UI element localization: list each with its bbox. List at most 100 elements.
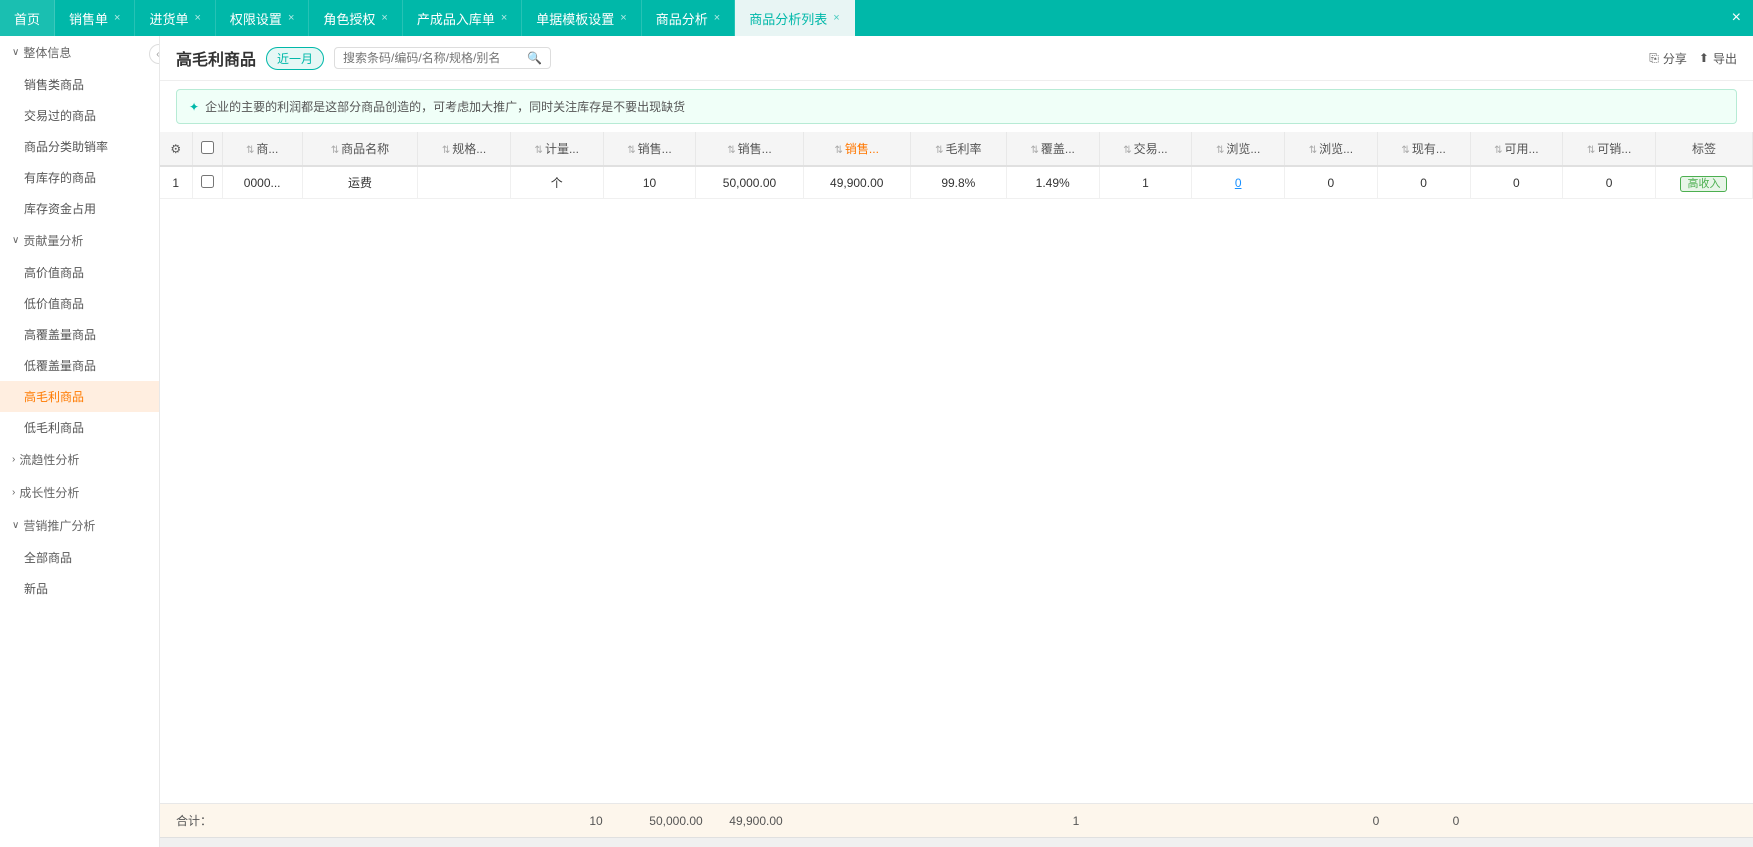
sidebar-item-stocked-goods[interactable]: 有库存的商品 [0, 162, 159, 193]
nav-purchase-order[interactable]: 进货单 × [135, 0, 215, 36]
close-icon[interactable]: × [114, 12, 120, 24]
cell-sellable: 0 [1563, 166, 1656, 199]
col-name: ⇅商品名称 [302, 132, 417, 166]
cell-spec [418, 166, 511, 199]
search-icon[interactable]: 🔍 [527, 51, 542, 65]
section-expand-icon: ∨ [12, 47, 19, 58]
sidebar-section-contribution[interactable]: ∨ 贡献量分析 [0, 224, 159, 257]
cell-browse2: 0 [1285, 166, 1378, 199]
sidebar-item-high-margin[interactable]: 高毛利商品 [0, 381, 159, 412]
nav-product-analysis-list[interactable]: 商品分析列表 × [735, 0, 854, 36]
col-current-stock: ⇅现有... [1377, 132, 1470, 166]
share-button[interactable]: ⎘ 分享 [1649, 50, 1687, 67]
sidebar-item-low-value[interactable]: 低价值商品 [0, 288, 159, 319]
sidebar-item-low-coverage[interactable]: 低覆盖量商品 [0, 350, 159, 381]
table-row: 1 0000... 运费 个 10 50,000.00 49,900.00 99… [160, 166, 1753, 199]
close-icon[interactable]: × [620, 12, 626, 24]
col-code: ⇅商... [222, 132, 302, 166]
info-icon: ✦ [189, 100, 199, 114]
sidebar-item-high-coverage[interactable]: 高覆盖量商品 [0, 319, 159, 350]
col-unit: ⇅计量... [510, 132, 603, 166]
horizontal-scrollbar[interactable] [160, 837, 1753, 847]
sidebar-item-traded-goods[interactable]: 交易过的商品 [0, 100, 159, 131]
col-tag: 标签 [1655, 132, 1752, 166]
footer-transactions: 1 [1036, 814, 1116, 828]
close-icon[interactable]: × [194, 12, 200, 24]
cell-sales-cost: 49,900.00 [803, 166, 910, 199]
footer-available: 0 [1416, 814, 1496, 828]
nav-sales-order[interactable]: 销售单 × [55, 0, 135, 36]
time-filter-button[interactable]: 近一月 [266, 47, 324, 70]
row-checkbox[interactable] [201, 175, 214, 188]
col-browse2: ⇅浏览... [1285, 132, 1378, 166]
sidebar-section-growth[interactable]: › 成长性分析 [0, 476, 159, 509]
share-icon: ⎘ [1649, 51, 1659, 66]
close-icon[interactable]: × [381, 12, 387, 24]
export-button[interactable]: ⬆ 导出 [1699, 50, 1737, 67]
section-expand-icon: › [12, 487, 15, 498]
sidebar-section-marketing[interactable]: ∨ 营销推广分析 [0, 509, 159, 542]
section-expand-icon: › [12, 454, 15, 465]
sidebar-section-trend[interactable]: › 流趋性分析 [0, 443, 159, 476]
footer-current-stock: 0 [1336, 814, 1416, 828]
footer-sales-qty: 10 [556, 814, 636, 828]
sidebar-item-high-value[interactable]: 高价值商品 [0, 257, 159, 288]
export-icon: ⬆ [1699, 51, 1709, 65]
nav-role-auth[interactable]: 角色授权 × [309, 0, 402, 36]
total-label: 合计： [176, 812, 256, 829]
col-settings[interactable]: ⚙ [160, 132, 192, 166]
nav-finished-goods[interactable]: 产成品入库单 × [403, 0, 522, 36]
footer-sales-cost: 49,900.00 [716, 814, 796, 828]
footer-total-bar: 合计： 10 50,000.00 49,900.00 1 0 0 [160, 803, 1753, 837]
nav-product-analysis[interactable]: 商品分析 × [642, 0, 735, 36]
cell-checkbox[interactable] [192, 166, 222, 199]
cell-coverage: 1.49% [1006, 166, 1099, 199]
footer-empty4 [1196, 814, 1276, 828]
page-title: 高毛利商品 [176, 46, 256, 70]
footer-values: 10 50,000.00 49,900.00 1 0 0 [256, 814, 1737, 828]
col-sellable: ⇅可销... [1563, 132, 1656, 166]
col-browse1: ⇅浏览... [1192, 132, 1285, 166]
cell-browse1[interactable]: 0 [1192, 166, 1285, 199]
top-navigation: 首页 销售单 × 进货单 × 权限设置 × 角色授权 × 产成品入库单 × 单据… [0, 0, 1753, 36]
cell-sales-qty: 10 [603, 166, 696, 199]
close-icon[interactable]: × [288, 12, 294, 24]
sidebar-item-category-sell-rate[interactable]: 商品分类助销率 [0, 131, 159, 162]
sidebar-item-low-margin[interactable]: 低毛利商品 [0, 412, 159, 443]
cell-name: 运费 [302, 166, 417, 199]
footer-empty3 [1116, 814, 1196, 828]
close-icon[interactable]: × [833, 12, 839, 24]
sidebar-item-all-goods[interactable]: 全部商品 [0, 542, 159, 573]
close-icon[interactable]: × [501, 12, 507, 24]
sidebar-section-overall[interactable]: ∨ 整体信息 [0, 36, 159, 69]
search-input[interactable] [343, 51, 523, 65]
col-checkbox[interactable] [192, 132, 222, 166]
footer-sales-amount: 50,000.00 [636, 814, 716, 828]
cell-sales-amount: 50,000.00 [696, 166, 803, 199]
nav-permission-settings[interactable]: 权限设置 × [216, 0, 309, 36]
close-all-tabs-button[interactable]: × [1720, 0, 1753, 36]
col-available: ⇅可用... [1470, 132, 1563, 166]
nav-home[interactable]: 首页 [0, 0, 55, 36]
nav-template-settings[interactable]: 单据模板设置 × [522, 0, 641, 36]
sidebar-item-new-goods[interactable]: 新品 [0, 573, 159, 604]
sidebar-item-sales-goods[interactable]: 销售类商品 [0, 69, 159, 100]
col-coverage: ⇅覆盖... [1006, 132, 1099, 166]
section-expand-icon: ∨ [12, 520, 19, 531]
cell-transactions: 1 [1099, 166, 1192, 199]
col-sales-amount: ⇅销售... [696, 132, 803, 166]
sidebar-item-stock-capital[interactable]: 库存资金占用 [0, 193, 159, 224]
cell-gross-rate: 99.8% [910, 166, 1006, 199]
col-sales-qty: ⇅销售... [603, 132, 696, 166]
search-box: 🔍 [334, 47, 551, 69]
data-table-container: ⚙ ⇅商... ⇅商品名称 ⇅规格... ⇅计量... ⇅销售... ⇅销售..… [160, 132, 1753, 803]
close-icon[interactable]: × [714, 12, 720, 24]
cell-tag: 高收入 [1655, 166, 1752, 199]
col-spec: ⇅规格... [418, 132, 511, 166]
select-all-checkbox[interactable] [201, 141, 214, 154]
header-actions: ⎘ 分享 ⬆ 导出 [1649, 50, 1737, 67]
cell-code: 0000... [222, 166, 302, 199]
footer-empty1 [796, 814, 876, 828]
footer-empty2 [876, 814, 956, 828]
cell-num: 1 [160, 166, 192, 199]
